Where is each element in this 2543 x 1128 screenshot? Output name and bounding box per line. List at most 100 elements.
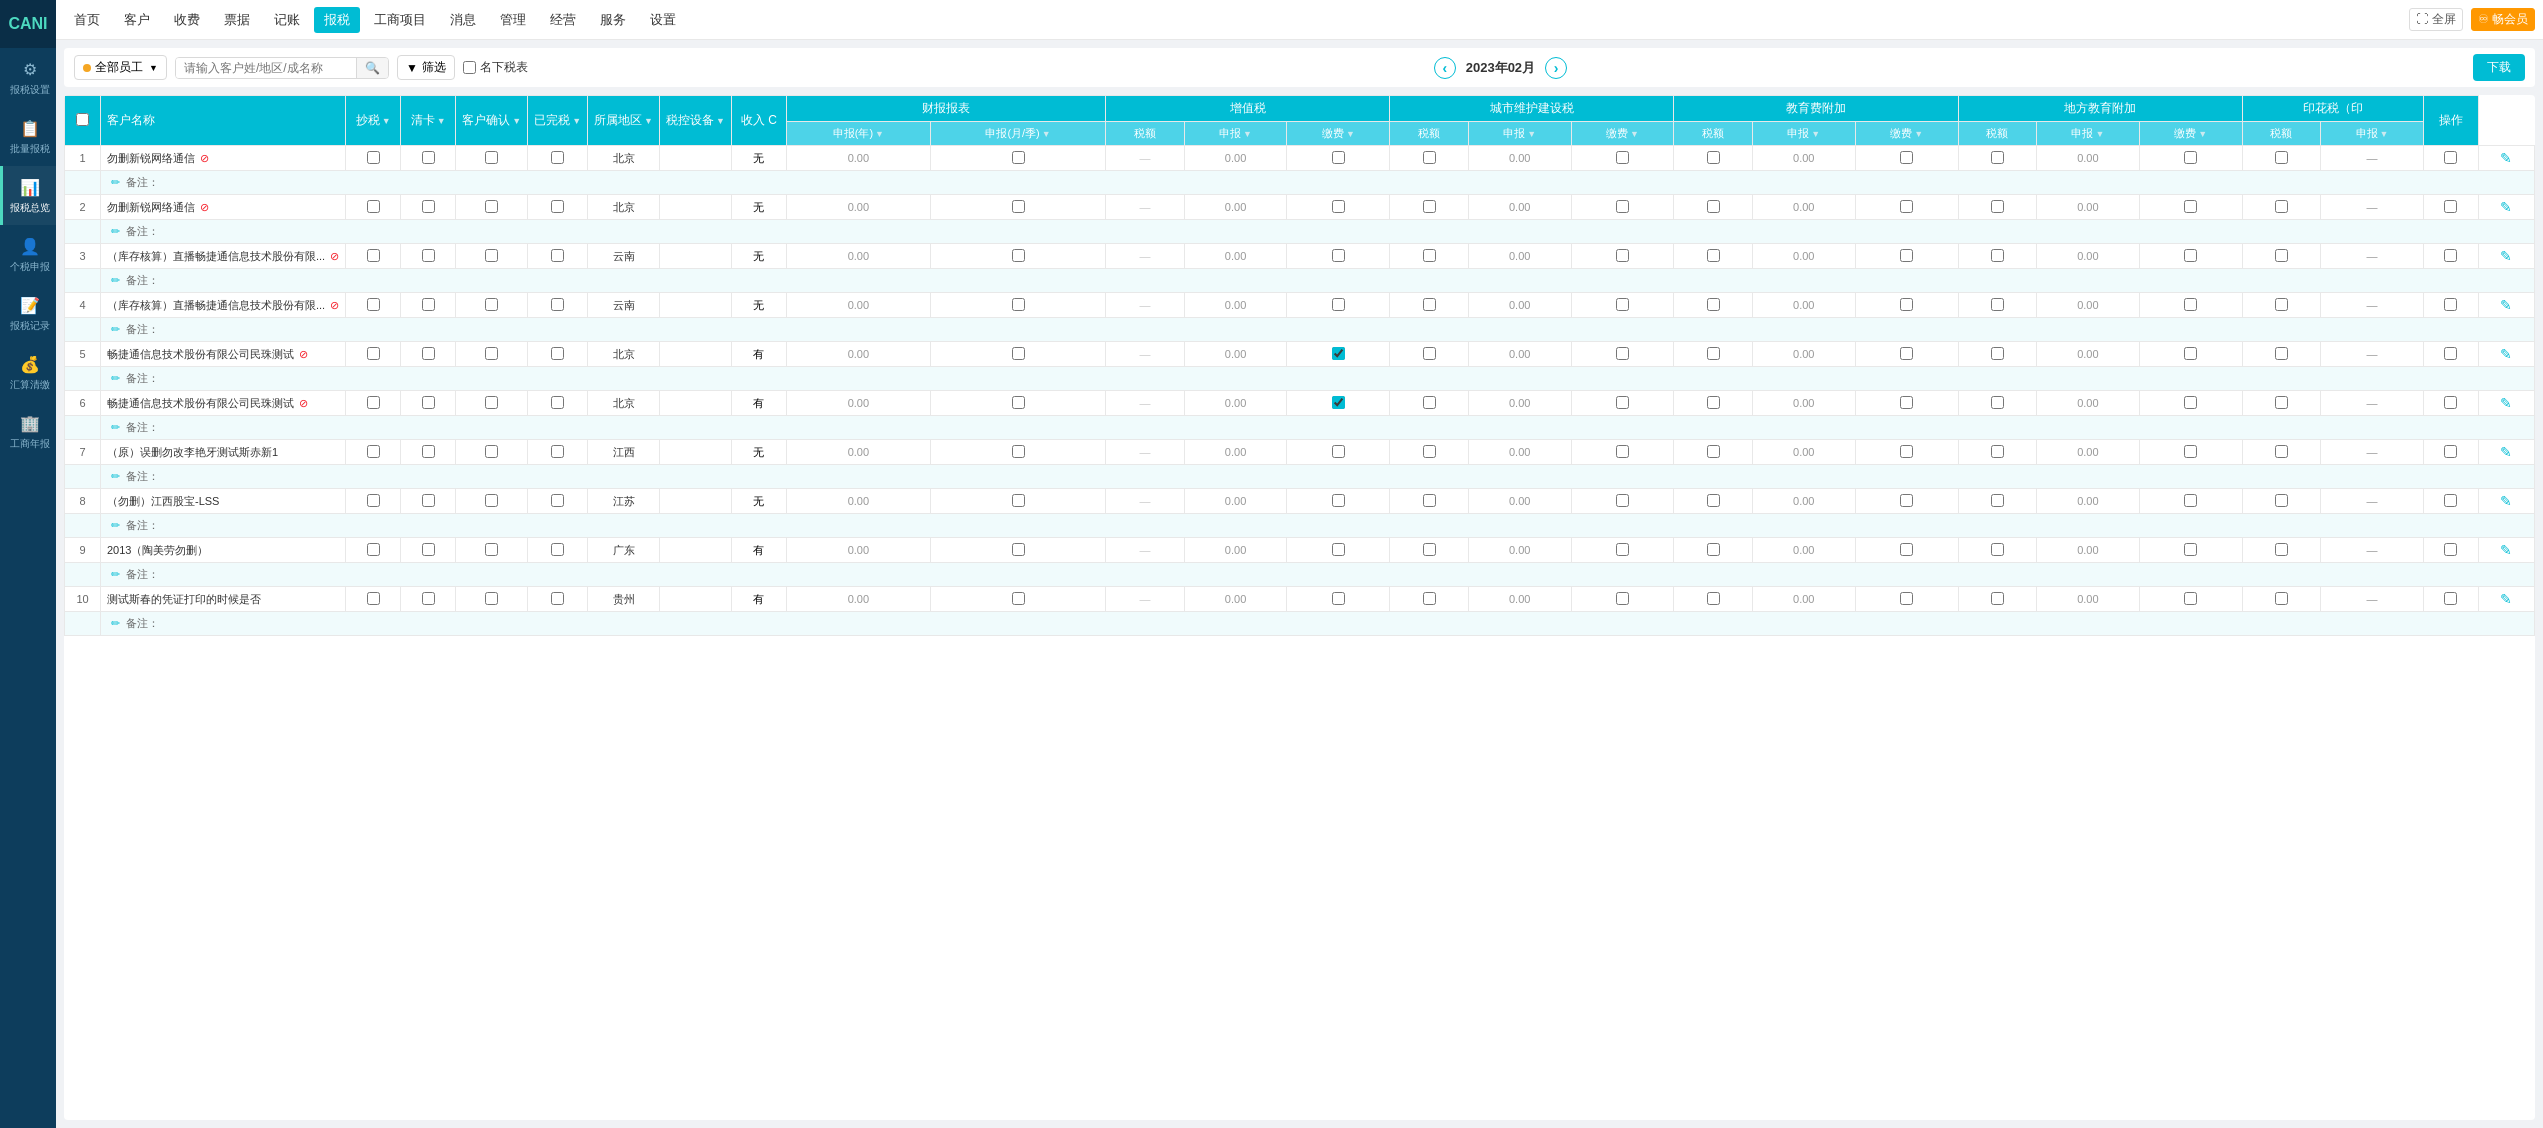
city-pay-checkbox[interactable]: [1707, 396, 1720, 409]
edu-declare-checkbox[interactable]: [1900, 592, 1913, 605]
edit-icon[interactable]: ✎: [2500, 199, 2512, 215]
clear-card-checkbox[interactable]: [422, 151, 435, 164]
local-edu-declare-checkbox[interactable]: [2184, 592, 2197, 605]
confirm-checkbox[interactable]: [485, 249, 498, 262]
stamp-declare-checkbox[interactable]: [2444, 445, 2457, 458]
note-pencil-icon[interactable]: ✏: [111, 421, 120, 433]
stamp-declare-checkbox[interactable]: [2444, 347, 2457, 360]
sidebar-item-personal-tax[interactable]: 👤 个税申报: [0, 225, 56, 284]
finance-month-checkbox[interactable]: [1012, 200, 1025, 213]
stamp-declare-checkbox[interactable]: [2444, 298, 2457, 311]
finance-month-checkbox[interactable]: [1012, 494, 1025, 507]
vat-pay-checkbox[interactable]: [1423, 151, 1436, 164]
finance-month-checkbox[interactable]: [1012, 445, 1025, 458]
city-declare-checkbox[interactable]: [1616, 396, 1629, 409]
stamp-declare-checkbox[interactable]: [2444, 396, 2457, 409]
local-edu-pay-checkbox[interactable]: [2275, 592, 2288, 605]
tax-copy-checkbox[interactable]: [367, 298, 380, 311]
note-pencil-icon[interactable]: ✏: [111, 568, 120, 580]
vat-pay-checkbox[interactable]: [1423, 249, 1436, 262]
edu-pay-checkbox[interactable]: [1991, 543, 2004, 556]
edit-icon[interactable]: ✎: [2500, 248, 2512, 264]
search-button[interactable]: 🔍: [356, 58, 388, 78]
membership-button[interactable]: ♾ 畅会员: [2471, 8, 2535, 31]
tax-copy-checkbox[interactable]: [367, 396, 380, 409]
local-edu-declare-checkbox[interactable]: [2184, 347, 2197, 360]
stamp-declare-checkbox[interactable]: [2444, 200, 2457, 213]
edu-pay-checkbox[interactable]: [1991, 494, 2004, 507]
tax-copy-checkbox[interactable]: [367, 543, 380, 556]
tax-copy-checkbox[interactable]: [367, 347, 380, 360]
local-edu-declare-checkbox[interactable]: [2184, 200, 2197, 213]
search-input[interactable]: [176, 58, 356, 78]
local-edu-pay-checkbox[interactable]: [2275, 347, 2288, 360]
clear-card-checkbox[interactable]: [422, 249, 435, 262]
edu-pay-checkbox[interactable]: [1991, 347, 2004, 360]
note-pencil-icon[interactable]: ✏: [111, 617, 120, 629]
vat-pay-checkbox[interactable]: [1423, 543, 1436, 556]
named-tax-table-checkbox[interactable]: [463, 61, 476, 74]
nav-tax[interactable]: 报税: [314, 7, 360, 33]
edu-pay-checkbox[interactable]: [1991, 592, 2004, 605]
city-pay-checkbox[interactable]: [1707, 249, 1720, 262]
stamp-declare-checkbox[interactable]: [2444, 543, 2457, 556]
local-edu-pay-checkbox[interactable]: [2275, 249, 2288, 262]
city-pay-checkbox[interactable]: [1707, 151, 1720, 164]
declared-checkbox[interactable]: [551, 396, 564, 409]
finance-month-checkbox[interactable]: [1012, 151, 1025, 164]
declared-checkbox[interactable]: [551, 347, 564, 360]
edit-icon[interactable]: ✎: [2500, 297, 2512, 313]
confirm-checkbox[interactable]: [485, 445, 498, 458]
edit-icon[interactable]: ✎: [2500, 591, 2512, 607]
sidebar-item-annual-settlement[interactable]: 💰 汇算清缴: [0, 343, 56, 402]
vat-pay-checkbox[interactable]: [1423, 445, 1436, 458]
nav-business-projects[interactable]: 工商项目: [364, 7, 436, 33]
local-edu-declare-checkbox[interactable]: [2184, 249, 2197, 262]
edu-declare-checkbox[interactable]: [1900, 151, 1913, 164]
local-edu-pay-checkbox[interactable]: [2275, 151, 2288, 164]
edu-declare-checkbox[interactable]: [1900, 396, 1913, 409]
local-edu-declare-checkbox[interactable]: [2184, 494, 2197, 507]
city-declare-checkbox[interactable]: [1616, 347, 1629, 360]
sidebar-item-batch-tax[interactable]: 📋 批量报税: [0, 107, 56, 166]
local-edu-declare-checkbox[interactable]: [2184, 298, 2197, 311]
city-pay-checkbox[interactable]: [1707, 592, 1720, 605]
vat-declare-checkbox[interactable]: [1332, 298, 1345, 311]
stamp-declare-checkbox[interactable]: [2444, 249, 2457, 262]
finance-month-checkbox[interactable]: [1012, 396, 1025, 409]
city-pay-checkbox[interactable]: [1707, 543, 1720, 556]
tax-copy-checkbox[interactable]: [367, 151, 380, 164]
note-pencil-icon[interactable]: ✏: [111, 470, 120, 482]
named-tax-table-checkbox-label[interactable]: 名下税表: [463, 59, 528, 76]
filter-button[interactable]: ▼ 筛选: [397, 55, 455, 80]
edit-icon[interactable]: ✎: [2500, 542, 2512, 558]
edu-declare-checkbox[interactable]: [1900, 249, 1913, 262]
sidebar-item-tax-overview[interactable]: 📊 报税总览: [0, 166, 56, 225]
finance-month-checkbox[interactable]: [1012, 543, 1025, 556]
note-pencil-icon[interactable]: ✏: [111, 519, 120, 531]
download-button[interactable]: 下载: [2473, 54, 2525, 81]
edu-pay-checkbox[interactable]: [1991, 396, 2004, 409]
city-pay-checkbox[interactable]: [1707, 347, 1720, 360]
declared-checkbox[interactable]: [551, 249, 564, 262]
vat-declare-checkbox[interactable]: [1332, 200, 1345, 213]
finance-month-checkbox[interactable]: [1012, 249, 1025, 262]
city-declare-checkbox[interactable]: [1616, 200, 1629, 213]
edu-declare-checkbox[interactable]: [1900, 298, 1913, 311]
local-edu-pay-checkbox[interactable]: [2275, 494, 2288, 507]
local-edu-pay-checkbox[interactable]: [2275, 396, 2288, 409]
city-declare-checkbox[interactable]: [1616, 298, 1629, 311]
edu-pay-checkbox[interactable]: [1991, 445, 2004, 458]
vat-declare-checkbox[interactable]: [1332, 592, 1345, 605]
stamp-declare-checkbox[interactable]: [2444, 494, 2457, 507]
edit-icon[interactable]: ✎: [2500, 150, 2512, 166]
confirm-checkbox[interactable]: [485, 494, 498, 507]
vat-pay-checkbox[interactable]: [1423, 396, 1436, 409]
note-pencil-icon[interactable]: ✏: [111, 372, 120, 384]
vat-declare-checkbox[interactable]: [1332, 249, 1345, 262]
note-pencil-icon[interactable]: ✏: [111, 176, 120, 188]
stamp-declare-checkbox[interactable]: [2444, 592, 2457, 605]
city-declare-checkbox[interactable]: [1616, 592, 1629, 605]
tax-copy-checkbox[interactable]: [367, 249, 380, 262]
edu-pay-checkbox[interactable]: [1991, 151, 2004, 164]
